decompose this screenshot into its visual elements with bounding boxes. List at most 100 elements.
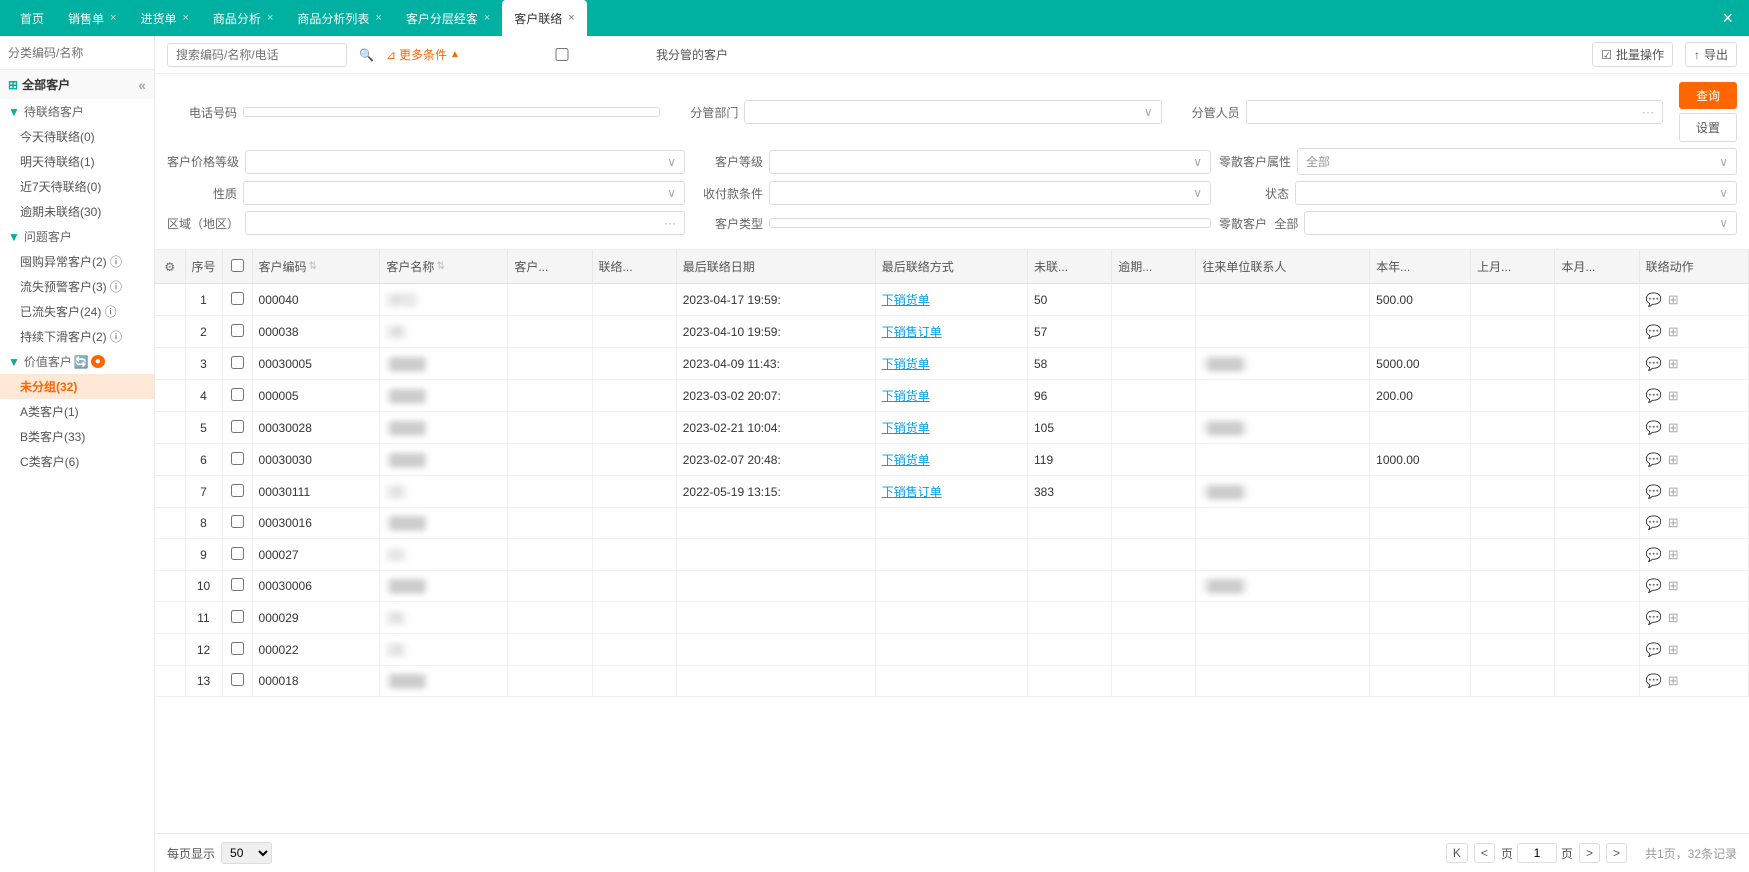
- td-checkbox[interactable]: [222, 539, 252, 571]
- td-last-type[interactable]: 下销货单: [875, 348, 1027, 380]
- sidebar-item-class-b[interactable]: B类客户(33): [0, 424, 154, 449]
- nav-home[interactable]: 首页: [8, 0, 56, 36]
- comment-icon[interactable]: 💬: [1646, 673, 1662, 689]
- prev-page-button[interactable]: <: [1474, 843, 1495, 863]
- td-checkbox[interactable]: [222, 380, 252, 412]
- td-checkbox[interactable]: [222, 412, 252, 444]
- td-last-type[interactable]: 下销货单: [875, 380, 1027, 412]
- sidebar-collapse-icon[interactable]: «: [138, 77, 146, 93]
- customer-type-input[interactable]: [769, 218, 1211, 228]
- nav-product-analysis[interactable]: 商品分析 ×: [201, 0, 285, 36]
- grid-action-icon[interactable]: ⊞: [1668, 292, 1679, 308]
- grid-action-icon[interactable]: ⊞: [1668, 578, 1679, 594]
- grid-action-icon[interactable]: ⊞: [1668, 420, 1679, 436]
- grid-action-icon[interactable]: ⊞: [1668, 388, 1679, 404]
- comment-icon[interactable]: 💬: [1646, 388, 1662, 404]
- td-checkbox[interactable]: [222, 316, 252, 348]
- td-checkbox[interactable]: [222, 634, 252, 666]
- td-checkbox[interactable]: [222, 444, 252, 476]
- comment-icon[interactable]: 💬: [1646, 547, 1662, 563]
- td-checkbox[interactable]: [222, 571, 252, 602]
- close-all-button[interactable]: ×: [1714, 8, 1741, 29]
- export-button[interactable]: ↑ 导出: [1685, 42, 1737, 67]
- comment-icon[interactable]: 💬: [1646, 324, 1662, 340]
- sidebar-item-tomorrow[interactable]: 明天待联络(1): [0, 149, 154, 174]
- nav-sales[interactable]: 销售单 ×: [56, 0, 128, 36]
- comment-icon[interactable]: 💬: [1646, 420, 1662, 436]
- grid-action-icon[interactable]: ⊞: [1668, 547, 1679, 563]
- page-input[interactable]: [1517, 843, 1557, 863]
- search-input[interactable]: [167, 43, 347, 67]
- td-last-type[interactable]: 下销货单: [875, 284, 1027, 316]
- comment-icon[interactable]: 💬: [1646, 642, 1662, 658]
- td-last-type[interactable]: [875, 634, 1027, 666]
- first-page-button[interactable]: K: [1446, 843, 1468, 863]
- grid-action-icon[interactable]: ⊞: [1668, 356, 1679, 372]
- sidebar-item-abnormal[interactable]: 囤购异常客户(2) ⓘ: [0, 249, 154, 274]
- td-last-type[interactable]: 下销售订单: [875, 476, 1027, 508]
- th-select[interactable]: [222, 250, 252, 284]
- region-input[interactable]: ···: [245, 211, 685, 235]
- grid-action-icon[interactable]: ⊞: [1668, 484, 1679, 500]
- sort-icon2[interactable]: ⇅: [436, 261, 444, 272]
- comment-icon[interactable]: 💬: [1646, 484, 1662, 500]
- phone-input[interactable]: [243, 107, 660, 117]
- select-all-checkbox[interactable]: [231, 259, 244, 272]
- nav-customer-segment-close[interactable]: ×: [484, 12, 490, 24]
- sidebar-group-waiting[interactable]: ▼ 待联络客户: [0, 99, 154, 124]
- td-checkbox[interactable]: [222, 348, 252, 380]
- sidebar-item-class-a[interactable]: A类客户(1): [0, 399, 154, 424]
- row-checkbox[interactable]: [231, 642, 244, 655]
- sidebar-item-declining[interactable]: 持续下滑客户(2) ⓘ: [0, 324, 154, 349]
- comment-icon[interactable]: 💬: [1646, 610, 1662, 626]
- nav-product-list[interactable]: 商品分析列表 ×: [285, 0, 393, 36]
- retail-customer-input[interactable]: ∨: [1304, 211, 1737, 235]
- grid-action-icon[interactable]: ⊞: [1668, 673, 1679, 689]
- comment-icon[interactable]: 💬: [1646, 452, 1662, 468]
- comment-icon[interactable]: 💬: [1646, 578, 1662, 594]
- nav-customer-contact[interactable]: 客户联络 ×: [502, 0, 586, 36]
- more-conditions-button[interactable]: ⊿ 更多条件 ▲: [386, 46, 460, 63]
- last-page-button[interactable]: >: [1606, 843, 1627, 863]
- nav-customer-contact-close[interactable]: ×: [568, 12, 574, 24]
- my-customers-checkbox[interactable]: [472, 48, 652, 61]
- row-checkbox[interactable]: [231, 292, 244, 305]
- sidebar-group-problem[interactable]: ▼ 问题客户: [0, 224, 154, 249]
- row-checkbox[interactable]: [231, 324, 244, 337]
- td-last-type[interactable]: 下销售订单: [875, 316, 1027, 348]
- payment-input[interactable]: ∨: [769, 181, 1211, 205]
- sidebar-search-input[interactable]: [8, 46, 155, 60]
- row-checkbox[interactable]: [231, 356, 244, 369]
- retail-attr-input[interactable]: 全部 ∨: [1297, 148, 1737, 175]
- nav-product-list-close[interactable]: ×: [375, 12, 381, 24]
- sidebar-item-lost[interactable]: 已流失客户(24) ⓘ: [0, 299, 154, 324]
- row-checkbox[interactable]: [231, 673, 244, 686]
- row-checkbox[interactable]: [231, 547, 244, 560]
- row-checkbox[interactable]: [231, 578, 244, 591]
- grid-action-icon[interactable]: ⊞: [1668, 610, 1679, 626]
- grid-action-icon[interactable]: ⊞: [1668, 642, 1679, 658]
- sidebar-item-today[interactable]: 今天待联络(0): [0, 124, 154, 149]
- td-last-type[interactable]: 下销货单: [875, 412, 1027, 444]
- td-checkbox[interactable]: [222, 602, 252, 634]
- row-checkbox[interactable]: [231, 515, 244, 528]
- td-checkbox[interactable]: [222, 666, 252, 697]
- nav-purchase-close[interactable]: ×: [182, 12, 188, 24]
- sidebar-item-overdue[interactable]: 逾期未联络(30): [0, 199, 154, 224]
- next-page-button[interactable]: >: [1579, 843, 1600, 863]
- nav-purchase[interactable]: 进货单 ×: [128, 0, 200, 36]
- th-settings[interactable]: ⚙: [155, 250, 185, 284]
- query-button[interactable]: 查询: [1679, 82, 1737, 109]
- row-checkbox[interactable]: [231, 610, 244, 623]
- sort-icon[interactable]: ⇅: [309, 261, 317, 272]
- nav-sales-close[interactable]: ×: [110, 12, 116, 24]
- sidebar-item-ungroup[interactable]: 未分组(32): [0, 374, 154, 399]
- sidebar-item-warning[interactable]: 流失预警客户(3) ⓘ: [0, 274, 154, 299]
- grid-action-icon[interactable]: ⊞: [1668, 324, 1679, 340]
- manager-input[interactable]: ···: [1246, 100, 1663, 124]
- row-checkbox[interactable]: [231, 420, 244, 433]
- row-checkbox[interactable]: [231, 452, 244, 465]
- row-checkbox[interactable]: [231, 388, 244, 401]
- nature-input[interactable]: ∨: [243, 181, 685, 205]
- sidebar-all-customers[interactable]: ⊞ 全部客户 «: [0, 70, 154, 99]
